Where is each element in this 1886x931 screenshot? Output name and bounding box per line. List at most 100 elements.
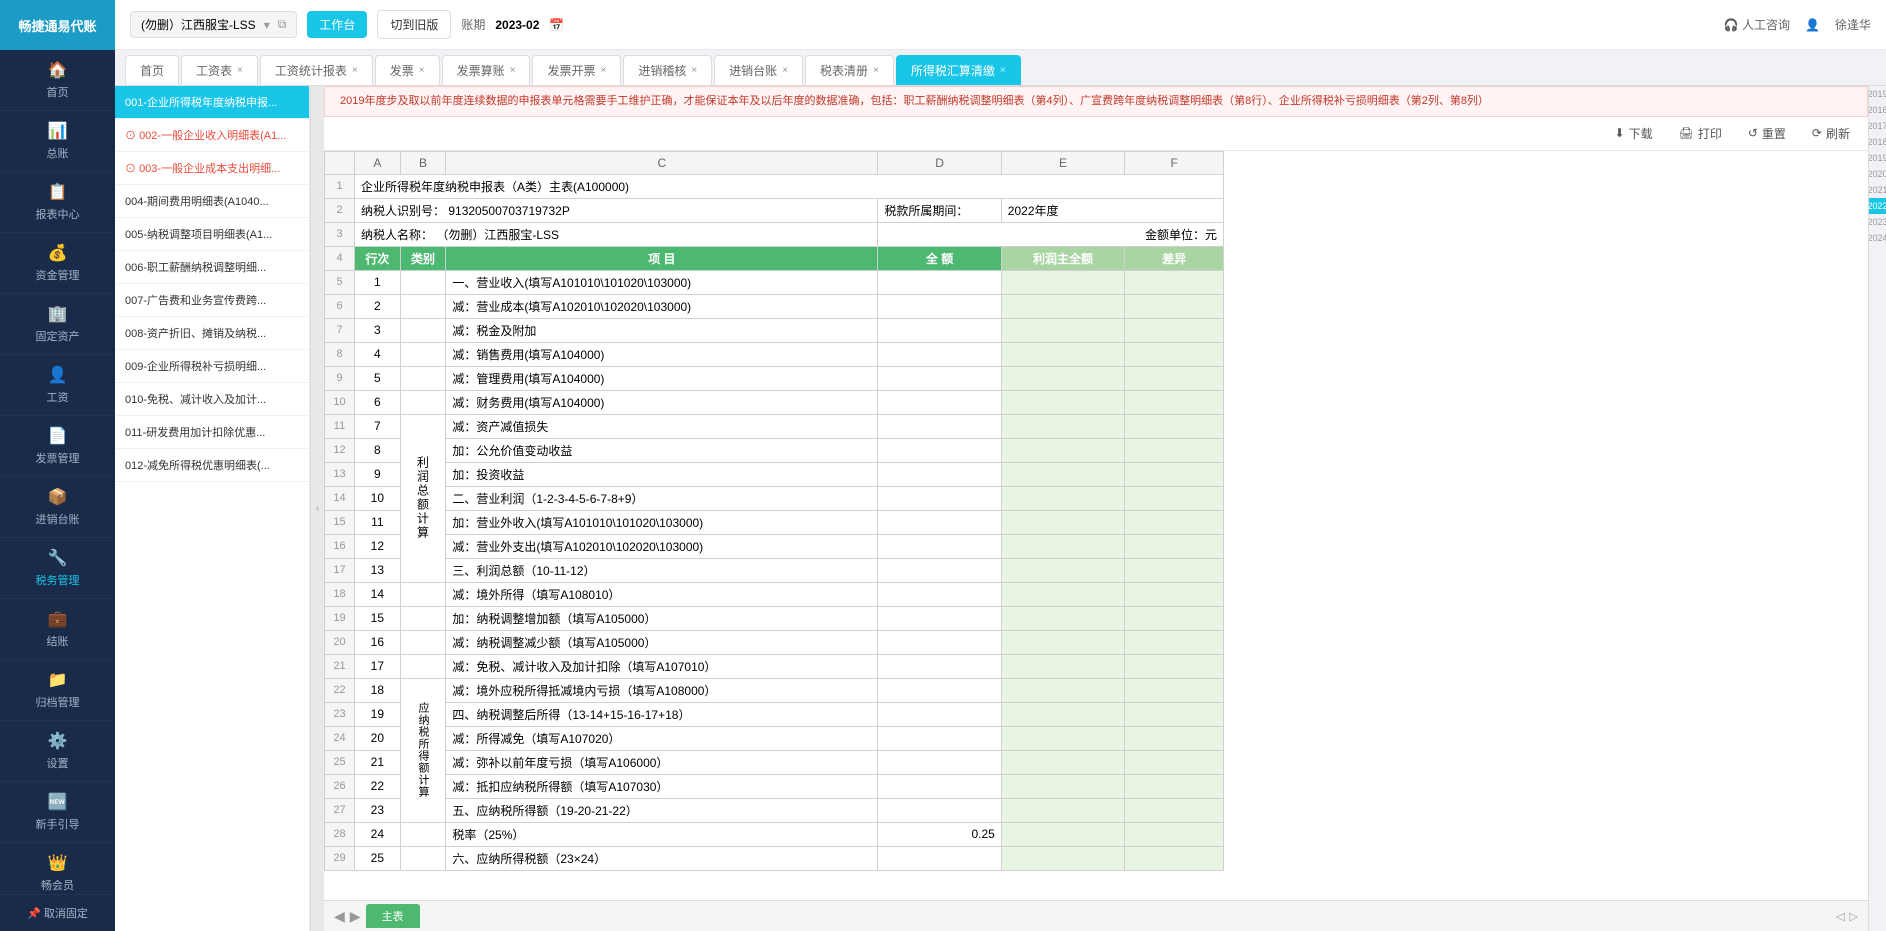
timeline-2018[interactable]: 2018 [1868, 134, 1886, 150]
sidebar-item-sales[interactable]: 📦 进销台账 [0, 477, 115, 538]
timeline-2020[interactable]: 2020 [1868, 166, 1886, 182]
timeline-2019-top[interactable]: 2019 [1868, 86, 1886, 102]
tab-payroll-close[interactable]: × [237, 65, 243, 76]
sidebar-item-funds[interactable]: 💰 资金管理 [0, 233, 115, 294]
tab-sales-ledger-close[interactable]: × [782, 65, 788, 76]
timeline-2023[interactable]: 2023 [1868, 214, 1886, 230]
scroll-left-icon[interactable]: ◁ [1836, 910, 1844, 923]
left-panel-item-005[interactable]: 005-纳税调整项目明细表(A1... [115, 218, 309, 251]
workbench-button[interactable]: 工作台 [307, 11, 367, 38]
tab-tax-forms[interactable]: 税表清册 × [805, 55, 894, 85]
table-row: 9 5 减：管理费用(填写A104000) [325, 366, 1224, 390]
row-num-3: 3 [325, 222, 355, 246]
sheet-container[interactable]: A B C D E F 1 企业所 [324, 151, 1868, 901]
tab-invoice-open-close[interactable]: × [600, 65, 606, 76]
timeline-2022[interactable]: 2022 [1868, 198, 1886, 214]
tab-income-tax[interactable]: 所得税汇算清缴 × [896, 55, 1021, 85]
sidebar-item-guide[interactable]: 🆕 新手引导 [0, 782, 115, 843]
sidebar-item-home[interactable]: 🏠 首页 [0, 50, 115, 111]
calendar-icon[interactable]: 📅 [549, 18, 564, 32]
left-panel-item-004[interactable]: 004-期间费用明细表(A1040... [115, 185, 309, 218]
ai-consult-btn[interactable]: 🎧 人工咨询 [1724, 16, 1790, 33]
table-row: 26 22 减：抵扣应纳税所得额（填写A107030） [325, 774, 1224, 798]
tab-invoice-close[interactable]: × [419, 65, 425, 76]
sidebar-item-ledger[interactable]: 📊 总账 [0, 111, 115, 172]
left-panel-item-006[interactable]: 006-职工薪酬纳税调整明细... [115, 251, 309, 284]
table-row: 22 18 应纳税所得额计算 减：境外应税所得抵减境内亏损（填写A108000） [325, 678, 1224, 702]
switch-old-button[interactable]: 切到旧版 [377, 10, 451, 39]
sidebar-item-reports[interactable]: 📋 报表中心 [0, 172, 115, 233]
app-logo[interactable]: 畅捷通易代账 [0, 0, 115, 50]
left-panel-item-009[interactable]: 009-企业所得税补亏损明细... [115, 350, 309, 383]
sidebar-item-tax[interactable]: 🔧 税务管理 [0, 538, 115, 599]
tab-tax-forms-close[interactable]: × [873, 65, 879, 76]
category-profit-calc: 利润总额计算 [400, 414, 446, 582]
col-quane: 全 额 [878, 246, 1001, 270]
period-label: 账期 [461, 16, 485, 33]
reset-button[interactable]: ↺ 重置 [1740, 122, 1794, 145]
left-panel-item-012[interactable]: 012-减免所得税优惠明细表(... [115, 449, 309, 482]
sidebar-item-assets[interactable]: 🏢 固定资产 [0, 294, 115, 355]
tab-home[interactable]: 首页 [125, 55, 179, 85]
scroll-right-icon[interactable]: ▷ [1850, 910, 1858, 923]
sidebar-label-tax: 税务管理 [36, 572, 80, 588]
sidebar-footer-unpin[interactable]: 📌 取消固定 [0, 894, 115, 931]
timeline-2016[interactable]: 2016 [1868, 102, 1886, 118]
error-icon: ⊙ [125, 130, 139, 142]
sidebar: 畅捷通易代账 🏠 首页 📊 总账 📋 报表中心 💰 资金管理 🏢 固定资产 [0, 0, 115, 931]
sidebar-item-archive[interactable]: 📁 归档管理 [0, 660, 115, 721]
sidebar-item-payroll[interactable]: 👤 工资 [0, 355, 115, 416]
refresh-button[interactable]: ⟳ 刷新 [1804, 122, 1858, 145]
reports-icon: 📋 [48, 182, 68, 202]
left-panel-item-007[interactable]: 007-广告费和业务宣传费跨... [115, 284, 309, 317]
sheet-nav-next[interactable]: ▶ [350, 908, 361, 925]
company-selector[interactable]: (勿删）江西服宝-LSS ▾ ⧉ [130, 11, 297, 38]
timeline-2017[interactable]: 2017 [1868, 118, 1886, 134]
table-row: 11 7 利润总额计算 减：资产减值损失 [325, 414, 1224, 438]
sidebar-item-invoice[interactable]: 📄 发票管理 [0, 416, 115, 477]
left-panel-item-002[interactable]: ⊙ 002-一般企业收入明细表(A1... [115, 119, 309, 152]
sidebar-label-close: 结账 [47, 633, 69, 649]
timeline-2024[interactable]: 2024 [1868, 230, 1886, 246]
timeline-2021[interactable]: 2021 [1868, 182, 1886, 198]
sheet-nav-prev[interactable]: ◀ [334, 908, 345, 925]
timeline-2019[interactable]: 2019 [1868, 150, 1886, 166]
table-row: 8 4 减：销售费用(填写A104000) [325, 342, 1224, 366]
taxpayer-name-cell: 纳税人名称： （勿删）江西服宝-LSS [355, 222, 878, 246]
download-icon: ⬇ [1615, 126, 1625, 140]
collapse-button[interactable]: ‹ [310, 86, 324, 931]
sidebar-item-close[interactable]: 💼 结账 [0, 599, 115, 660]
left-panel-item-001[interactable]: 001-企业所得税年度纳税申报... [115, 86, 309, 119]
tab-invoice-open[interactable]: 发票开票 × [532, 55, 621, 85]
col-diff: 差异 [1125, 246, 1224, 270]
left-panel-item-011[interactable]: 011-研发费用加计扣除优惠... [115, 416, 309, 449]
main-content: (勿删）江西服宝-LSS ▾ ⧉ 工作台 切到旧版 账期 2023-02 📅 🎧… [115, 0, 1886, 931]
row-num-2: 2 [325, 198, 355, 222]
tab-payroll[interactable]: 工资表 × [181, 55, 258, 85]
tab-income-tax-close[interactable]: × [1000, 65, 1006, 76]
left-panel-item-008[interactable]: 008-资产折旧、摊销及纳税... [115, 317, 309, 350]
tab-invoice-calc-close[interactable]: × [510, 65, 516, 76]
download-button[interactable]: ⬇ 下载 [1607, 122, 1661, 145]
tab-sales-audit[interactable]: 进销稽核 × [623, 55, 712, 85]
archive-icon: 📁 [48, 670, 68, 690]
left-panel-item-010[interactable]: 010-免税、减计收入及加计... [115, 383, 309, 416]
tab-sales-audit-close[interactable]: × [691, 65, 697, 76]
sidebar-item-settings[interactable]: ⚙️ 设置 [0, 721, 115, 782]
right-timeline: 2019 2016 2017 2018 2019 2020 2021 2022 … [1868, 86, 1886, 931]
tab-payroll-stats[interactable]: 工资统计报表 × [260, 55, 373, 85]
home-icon: 🏠 [48, 60, 68, 80]
col-leibie: 类别 [400, 246, 446, 270]
tab-bar: 首页 工资表 × 工资统计报表 × 发票 × 发票算账 × 发票开票 × [115, 50, 1886, 86]
left-panel-item-003[interactable]: ⊙ 003-一般企业成本支出明细... [115, 152, 309, 185]
print-button[interactable]: 🖨 打印 [1671, 122, 1730, 145]
sidebar-item-vip[interactable]: 👑 畅会员 [0, 843, 115, 894]
tab-invoice-calc[interactable]: 发票算账 × [442, 55, 531, 85]
table-row: 29 25 六、应纳所得税额（23×24） [325, 846, 1224, 870]
table-row: 10 6 减：财务费用(填写A104000) [325, 390, 1224, 414]
table-row: 18 14 减：境外所得（填写A108010） [325, 582, 1224, 606]
tab-payroll-stats-close[interactable]: × [352, 65, 358, 76]
sheet-tab-main[interactable]: 主表 [366, 904, 420, 928]
tab-sales-ledger[interactable]: 进销台账 × [714, 55, 803, 85]
tab-invoice[interactable]: 发票 × [375, 55, 440, 85]
